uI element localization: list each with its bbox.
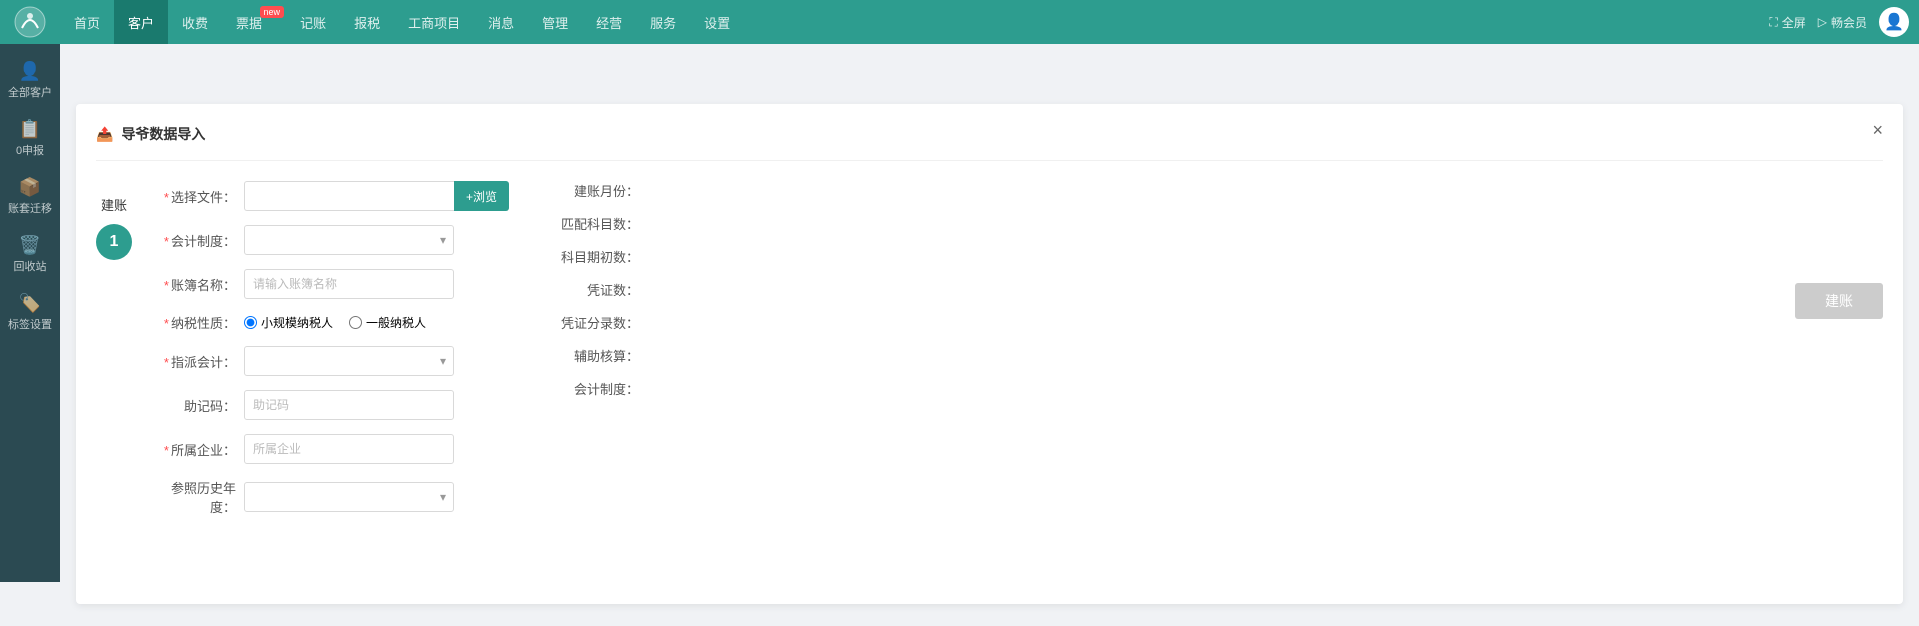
accountant-select[interactable] [244, 346, 454, 376]
aux-accounting-row: 辅助核算： [549, 346, 1775, 365]
section-label: 建账 [101, 195, 127, 214]
all-clients-icon: 👤 [19, 62, 41, 80]
general-tax-radio[interactable] [349, 316, 362, 329]
nav-bookkeeping[interactable]: 记账 [286, 0, 340, 44]
company-input[interactable] [244, 434, 454, 464]
dialog-card: 📤 导爷数据导入 × 建账 1 *选择文件： [76, 104, 1903, 604]
main-content: 📤 导爷数据导入 × 建账 1 *选择文件： [60, 88, 1919, 626]
file-label: *选择文件： [156, 187, 236, 206]
migration-icon: 📦 [19, 178, 41, 196]
ledger-name-input[interactable] [244, 269, 454, 299]
sidebar-item-all-clients[interactable]: 👤 全部客户 [0, 52, 60, 110]
ledger-name-row: *账簿名称： [156, 269, 509, 299]
tag-icon: 🏷️ [19, 294, 41, 312]
accountant-select-wrapper [244, 346, 454, 376]
small-tax-option[interactable]: 小规模纳税人 [244, 314, 333, 331]
declaration-icon: 📋 [19, 120, 41, 138]
tax-type-row: *纳税性质： 小规模纳税人 一般纳税人 [156, 313, 509, 332]
ledger-name-label: *账簿名称： [156, 275, 236, 294]
vouchers-row: 凭证数： [549, 280, 1883, 299]
dialog-header: 📤 导爷数据导入 [96, 124, 1883, 161]
form-container: 建账 1 *选择文件： +浏览 [96, 181, 1883, 516]
fullscreen-icon: ⛶ [1769, 15, 1777, 30]
create-account-button[interactable]: 建账 [1795, 283, 1883, 319]
memo-label: 助记码： [156, 396, 236, 415]
play-icon: ▷ [1818, 15, 1827, 29]
sidebar-item-migration[interactable]: 📦 账套迁移 [0, 168, 60, 226]
sidebar-item-recycle[interactable]: 🗑️ 回收站 [0, 226, 60, 284]
file-input-group: +浏览 [244, 181, 509, 211]
nav-operation[interactable]: 经营 [582, 0, 636, 44]
tax-type-radio-group: 小规模纳税人 一般纳税人 [244, 314, 426, 331]
close-button[interactable]: × [1872, 120, 1883, 141]
avatar[interactable]: 👤 [1879, 7, 1909, 37]
nav-service[interactable]: 服务 [636, 0, 690, 44]
dialog-title: 导爷数据导入 [121, 124, 205, 144]
tax-type-label: *纳税性质： [156, 313, 236, 332]
form-right: 建账月份： 匹配科目数： 科目期初数： 凭证数： [549, 181, 1883, 516]
accounting-system-select[interactable] [244, 225, 454, 255]
file-input[interactable] [244, 181, 454, 211]
nav-invoice[interactable]: 票据 new [222, 0, 286, 44]
nav-manage[interactable]: 管理 [528, 0, 582, 44]
form-left: 建账 1 *选择文件： +浏览 [96, 181, 509, 516]
history-year-select[interactable] [244, 482, 454, 512]
nav-tax[interactable]: 报税 [340, 0, 394, 44]
history-year-select-wrapper [244, 482, 454, 512]
nav-home[interactable]: 首页 [60, 0, 114, 44]
file-select-row: *选择文件： +浏览 [156, 181, 509, 211]
history-year-label: 参照历史年度： [156, 478, 236, 516]
accountant-row: *指派会计： [156, 346, 509, 376]
match-subjects-row: 匹配科目数： [549, 214, 1883, 233]
step-badge: 1 [96, 224, 132, 260]
nav-right: ⛶ 全屏 ▷ 畅会员 👤 [1769, 7, 1909, 37]
account-month-label: 建账月份： [549, 181, 639, 200]
history-year-row: 参照历史年度： [156, 478, 509, 516]
top-nav: 首页 客户 收费 票据 new 记账 报税 工商项目 消息 管理 经营 服务 设… [0, 0, 1919, 44]
memo-input[interactable] [244, 390, 454, 420]
aux-accounting-label: 辅助核算： [549, 346, 639, 365]
vouchers-label: 凭证数： [549, 280, 639, 299]
nav-billing[interactable]: 收费 [168, 0, 222, 44]
voucher-records-row: 凭证分录数： [549, 313, 1775, 332]
right-form-rows: 建账月份： 匹配科目数： 科目期初数： 凭证数： [549, 181, 1883, 398]
memo-row: 助记码： [156, 390, 509, 420]
company-row: *所属企业： [156, 434, 509, 464]
form-rows: *选择文件： +浏览 *会计制度： [156, 181, 509, 516]
new-badge: new [260, 6, 285, 18]
browse-button[interactable]: +浏览 [454, 181, 509, 211]
right-accounting-system-row: 会计制度： [549, 379, 1775, 398]
accountant-label: *指派会计： [156, 352, 236, 371]
accounting-system-label: *会计制度： [156, 231, 236, 250]
fullscreen-btn[interactable]: ⛶ 全屏 [1769, 14, 1805, 31]
small-tax-radio[interactable] [244, 316, 257, 329]
avatar-icon: 👤 [1884, 12, 1904, 32]
voucher-records-label: 凭证分录数： [549, 313, 639, 332]
nav-message[interactable]: 消息 [474, 0, 528, 44]
sidebar-item-declaration[interactable]: 📋 0申报 [0, 110, 60, 168]
dialog-title-icon: 📤 [96, 126, 113, 143]
nav-business[interactable]: 工商项目 [394, 0, 474, 44]
accounting-system-select-wrapper [244, 225, 454, 255]
initial-subjects-row: 科目期初数： [549, 247, 1883, 266]
account-month-row: 建账月份： [549, 181, 1883, 200]
recycle-icon: 🗑️ [19, 236, 41, 254]
sidebar-item-tags[interactable]: 🏷️ 标签设置 [0, 284, 60, 342]
logo [10, 2, 50, 42]
member-btn[interactable]: ▷ 畅会员 [1818, 14, 1867, 31]
right-accounting-system-label: 会计制度： [549, 379, 639, 398]
match-subjects-label: 匹配科目数： [549, 214, 639, 233]
accounting-system-row: *会计制度： [156, 225, 509, 255]
company-label: *所属企业： [156, 440, 236, 459]
general-tax-option[interactable]: 一般纳税人 [349, 314, 426, 331]
initial-subjects-label: 科目期初数： [549, 247, 639, 266]
nav-clients[interactable]: 客户 [114, 0, 168, 44]
nav-settings[interactable]: 设置 [690, 0, 744, 44]
sidebar: 👤 全部客户 📋 0申报 📦 账套迁移 🗑️ 回收站 🏷️ 标签设置 [0, 44, 60, 582]
